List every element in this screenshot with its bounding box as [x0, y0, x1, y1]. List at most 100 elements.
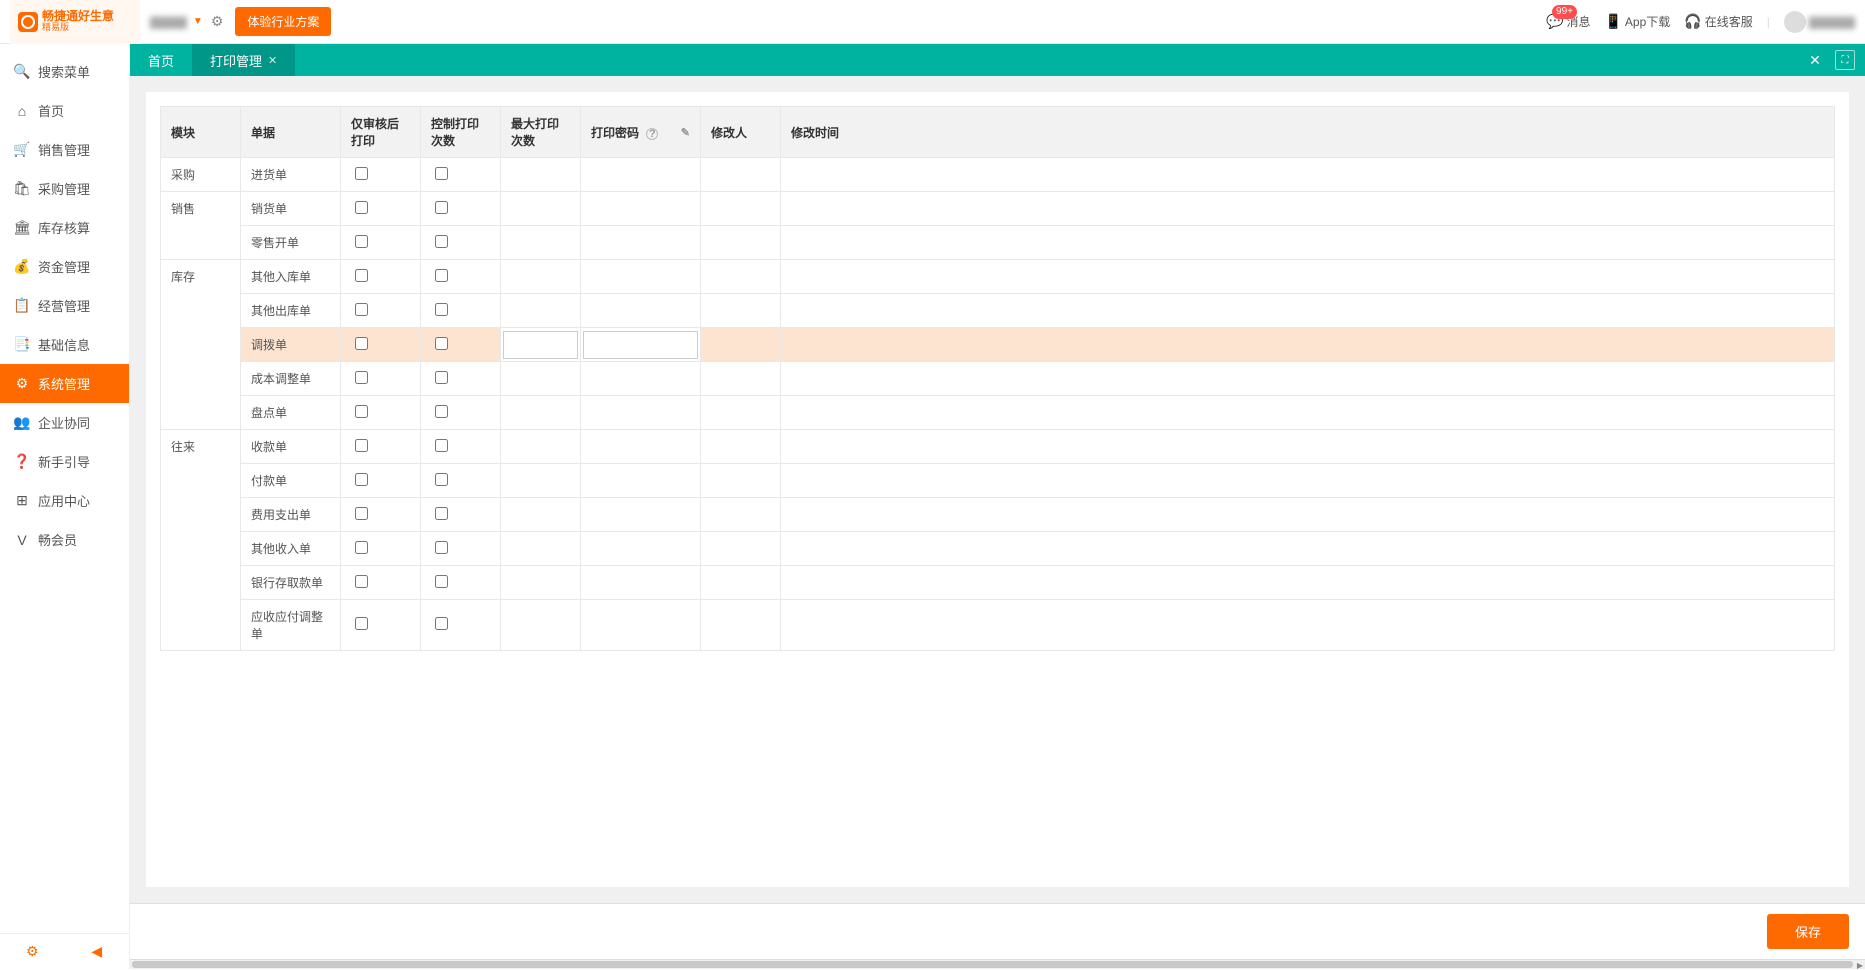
max-times-cell: [501, 192, 581, 226]
industry-plan-button[interactable]: 体验行业方案: [235, 7, 331, 36]
sales-icon: 🛒: [14, 142, 30, 158]
control-times-checkbox[interactable]: [435, 371, 448, 384]
audit-only-checkbox[interactable]: [355, 617, 368, 630]
header-right: 99+ 💬 消息 📱 App下载 🎧 在线客服 | ▇▇▇▇▇: [1546, 11, 1855, 33]
edit-icon[interactable]: ✎: [681, 126, 690, 139]
sidebar-item-sales[interactable]: 🛒销售管理: [0, 130, 129, 169]
audit-only-checkbox[interactable]: [355, 235, 368, 248]
audit-only-checkbox[interactable]: [355, 337, 368, 350]
close-all-tabs-icon[interactable]: ✕: [1805, 50, 1825, 70]
sidebar-item-funds[interactable]: 💰资金管理: [0, 247, 129, 286]
scrollbar-thumb[interactable]: [132, 961, 1853, 968]
audit-only-checkbox[interactable]: [355, 541, 368, 554]
th-module: 模块: [161, 107, 241, 158]
audit-only-checkbox[interactable]: [355, 473, 368, 486]
control-times-checkbox[interactable]: [435, 507, 448, 520]
sidebar-item-app-center[interactable]: ⊞应用中心: [0, 481, 129, 520]
sidebar-item-system[interactable]: ⚙系统管理: [0, 364, 129, 403]
control-times-checkbox[interactable]: [435, 235, 448, 248]
table-row[interactable]: 付款单: [161, 464, 1835, 498]
control-times-cell: [421, 430, 501, 464]
control-times-checkbox[interactable]: [435, 303, 448, 316]
table-row[interactable]: 销售销货单: [161, 192, 1835, 226]
sidebar-item-operation[interactable]: 📋经营管理: [0, 286, 129, 325]
table-row[interactable]: 库存其他入库单: [161, 260, 1835, 294]
collapse-button[interactable]: ◀: [65, 934, 130, 969]
print-pwd-input[interactable]: [583, 331, 698, 359]
table-row[interactable]: 盘点单: [161, 396, 1835, 430]
print-pwd-cell: [581, 260, 701, 294]
sidebar-item-inventory[interactable]: 🏛库存核算: [0, 208, 129, 247]
message-button[interactable]: 99+ 💬 消息: [1546, 13, 1590, 30]
control-times-checkbox[interactable]: [435, 167, 448, 180]
guide-icon: ❓: [14, 454, 30, 470]
audit-only-checkbox[interactable]: [355, 575, 368, 588]
sidebar-item-home[interactable]: ⌂首页: [0, 91, 129, 130]
sidebar-item-collab[interactable]: 👥企业协同: [0, 403, 129, 442]
print-pwd-cell: [581, 532, 701, 566]
control-times-checkbox[interactable]: [435, 575, 448, 588]
max-times-cell: [501, 396, 581, 430]
settings-button[interactable]: ⚙: [0, 934, 65, 969]
modify-time-cell: [781, 430, 1835, 464]
modify-time-cell: [781, 532, 1835, 566]
table-row[interactable]: 费用支出单: [161, 498, 1835, 532]
audit-only-checkbox[interactable]: [355, 269, 368, 282]
user-menu[interactable]: ▇▇▇▇▇: [1784, 11, 1855, 33]
control-times-checkbox[interactable]: [435, 473, 448, 486]
tab-首页[interactable]: 首页: [130, 44, 192, 76]
control-times-cell: [421, 158, 501, 192]
tab-label: 打印管理: [210, 51, 262, 70]
sidebar-item-purchase[interactable]: 🛍采购管理: [0, 169, 129, 208]
sidebar-item-label: 新手引导: [38, 452, 90, 471]
table-row[interactable]: 其他收入单: [161, 532, 1835, 566]
audit-only-checkbox[interactable]: [355, 201, 368, 214]
tab-打印管理[interactable]: 打印管理 ✕: [192, 44, 295, 76]
help-icon[interactable]: ?: [646, 128, 658, 140]
table-row[interactable]: 应收应付调整单: [161, 600, 1835, 651]
th-print-pwd-label: 打印密码: [591, 126, 639, 140]
table-row[interactable]: 其他出库单: [161, 294, 1835, 328]
online-service-label: 在线客服: [1705, 13, 1753, 30]
doc-cell: 应收应付调整单: [241, 600, 341, 651]
logo[interactable]: 畅捷通好生意 精易版: [10, 0, 140, 44]
fullscreen-icon[interactable]: ⛶: [1835, 50, 1855, 70]
sidebar-item-search-menu[interactable]: 🔍搜索菜单: [0, 52, 129, 91]
table-row[interactable]: 采购进货单: [161, 158, 1835, 192]
table-row[interactable]: 成本调整单: [161, 362, 1835, 396]
phone-icon: 📱: [1604, 13, 1621, 30]
sidebar-item-basic-info[interactable]: 📑基础信息: [0, 325, 129, 364]
table-row[interactable]: 调拨单: [161, 328, 1835, 362]
audit-only-checkbox[interactable]: [355, 439, 368, 452]
audit-only-checkbox[interactable]: [355, 167, 368, 180]
control-times-checkbox[interactable]: [435, 405, 448, 418]
modifier-cell: [701, 430, 781, 464]
audit-only-checkbox[interactable]: [355, 405, 368, 418]
modifier-cell: [701, 566, 781, 600]
control-times-checkbox[interactable]: [435, 541, 448, 554]
audit-only-checkbox[interactable]: [355, 371, 368, 384]
control-times-checkbox[interactable]: [435, 269, 448, 282]
table-row[interactable]: 银行存取款单: [161, 566, 1835, 600]
sidebar-item-member[interactable]: V畅会员: [0, 520, 129, 559]
org-selector[interactable]: ▇▇▇▇ ▼: [150, 15, 211, 29]
max-times-cell: [501, 430, 581, 464]
online-service-button[interactable]: 🎧 在线客服: [1684, 13, 1752, 30]
max-times-cell: [501, 566, 581, 600]
save-button[interactable]: 保存: [1767, 914, 1849, 949]
gear-icon[interactable]: ⚙: [211, 13, 224, 30]
print-pwd-cell: [581, 396, 701, 430]
control-times-checkbox[interactable]: [435, 439, 448, 452]
sidebar-item-guide[interactable]: ❓ 新手引导: [0, 442, 129, 481]
audit-only-checkbox[interactable]: [355, 303, 368, 316]
table-row[interactable]: 往来收款单: [161, 430, 1835, 464]
control-times-checkbox[interactable]: [435, 337, 448, 350]
control-times-checkbox[interactable]: [435, 201, 448, 214]
tab-close-icon[interactable]: ✕: [268, 54, 277, 67]
app-download-button[interactable]: 📱 App下载: [1604, 13, 1670, 30]
horizontal-scrollbar[interactable]: ▶: [130, 959, 1865, 969]
control-times-checkbox[interactable]: [435, 617, 448, 630]
audit-only-checkbox[interactable]: [355, 507, 368, 520]
table-row[interactable]: 零售开单: [161, 226, 1835, 260]
max-times-input[interactable]: [503, 331, 578, 359]
